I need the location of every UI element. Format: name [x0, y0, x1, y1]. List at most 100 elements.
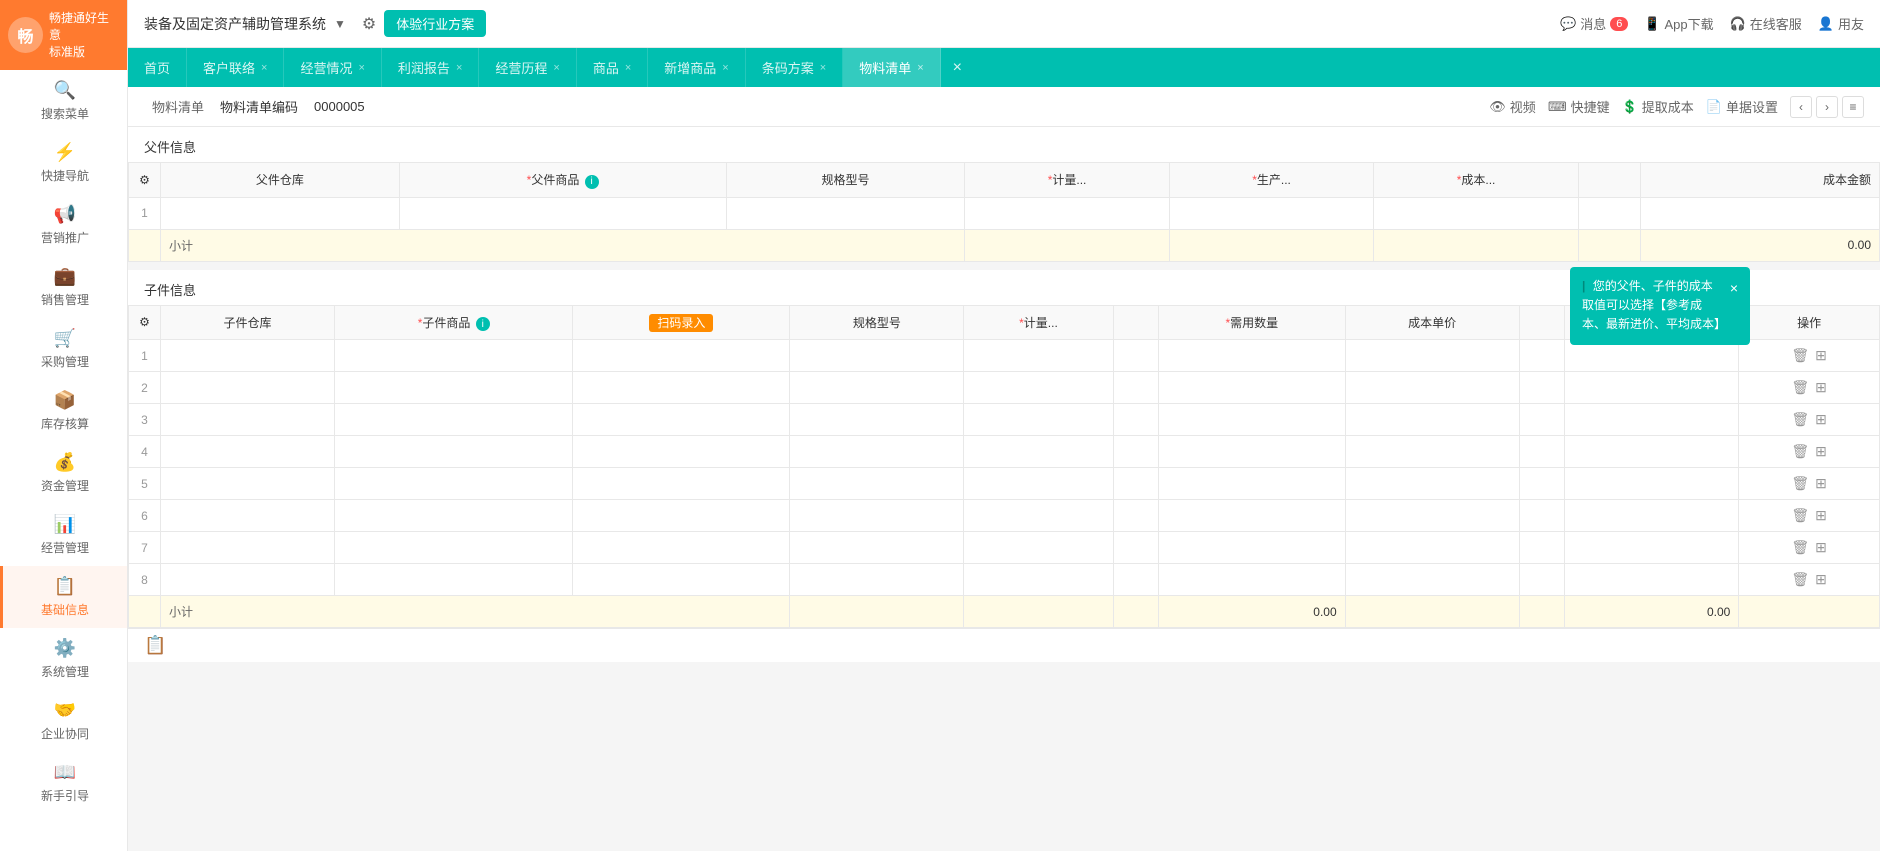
parent-col-settings[interactable]: ⚙	[129, 163, 161, 198]
tab-profit[interactable]: 利润报告 ×	[382, 48, 479, 87]
copy-icon-3[interactable]: ⊞	[1815, 411, 1827, 428]
child-row-2-product[interactable]	[335, 372, 573, 404]
child-row-4-warehouse[interactable]	[161, 436, 335, 468]
tab-product[interactable]: 商品 ×	[577, 48, 648, 87]
sidebar-item-sales[interactable]: 💼 销售管理	[0, 256, 127, 318]
tab-profit-close[interactable]: ×	[456, 62, 462, 74]
child-row-8-amount[interactable]	[1565, 564, 1739, 596]
child-row-7-warehouse[interactable]	[161, 532, 335, 564]
child-row-3-product[interactable]	[335, 404, 573, 436]
sidebar-item-marketing[interactable]: 📢 营销推广	[0, 194, 127, 256]
delete-icon-6[interactable]: 🗑	[1791, 507, 1809, 524]
child-row-2-warehouse[interactable]	[161, 372, 335, 404]
shortcut-action[interactable]: ⌨ 快捷键	[1548, 97, 1610, 116]
sidebar-item-purchase[interactable]: 🛒 采购管理	[0, 318, 127, 380]
child-row-4-product[interactable]	[335, 436, 573, 468]
child-row-6-amount[interactable]	[1565, 500, 1739, 532]
child-row-5-warehouse[interactable]	[161, 468, 335, 500]
child-row-4-amount[interactable]	[1565, 436, 1739, 468]
parent-cell-qty[interactable]	[965, 197, 1169, 229]
child-row-7-qty[interactable]	[964, 532, 1113, 564]
parent-cell-spec[interactable]	[726, 197, 965, 229]
close-all-tabs[interactable]: ×	[941, 49, 974, 87]
trial-button[interactable]: 体验行业方案	[384, 10, 486, 37]
app-download-item[interactable]: 📱 App下载	[1644, 14, 1713, 33]
parent-product-info-icon[interactable]: i	[585, 175, 599, 189]
child-row-2-need-qty[interactable]	[1159, 372, 1346, 404]
tab-new-product[interactable]: 新增商品 ×	[648, 48, 745, 87]
child-row-6-product[interactable]	[335, 500, 573, 532]
child-product-info-icon[interactable]: i	[476, 317, 490, 331]
child-row-6-warehouse[interactable]	[161, 500, 335, 532]
sidebar-item-basic[interactable]: 📋 基础信息	[0, 566, 127, 628]
child-row-5-need-qty[interactable]	[1159, 468, 1346, 500]
sidebar-logo[interactable]: 畅 畅捷通好生意 标准版	[0, 0, 127, 70]
child-row-8-spec[interactable]	[790, 564, 964, 596]
child-row-2-qty[interactable]	[964, 372, 1113, 404]
delete-icon-7[interactable]: 🗑	[1791, 539, 1809, 556]
child-row-6-need-qty[interactable]	[1159, 500, 1346, 532]
copy-icon-2[interactable]: ⊞	[1815, 379, 1827, 396]
tab-history[interactable]: 经营历程 ×	[479, 48, 576, 87]
sidebar-item-inventory[interactable]: 📦 库存核算	[0, 380, 127, 442]
extract-cost-action[interactable]: 💲 提取成本	[1622, 97, 1694, 116]
tooltip-close-button[interactable]: ×	[1730, 277, 1738, 299]
nav-prev[interactable]: ‹	[1790, 96, 1812, 118]
child-row-6-spec[interactable]	[790, 500, 964, 532]
child-row-5-qty[interactable]	[964, 468, 1113, 500]
copy-icon-7[interactable]: ⊞	[1815, 539, 1827, 556]
child-row-7-product[interactable]	[335, 532, 573, 564]
delete-icon-1[interactable]: 🗑	[1791, 347, 1809, 364]
sidebar-item-collab[interactable]: 🤝 企业协同	[0, 690, 127, 752]
message-item[interactable]: 💬 消息 6	[1560, 14, 1628, 33]
child-row-7-spec[interactable]	[790, 532, 964, 564]
child-row-1-cost-price[interactable]	[1345, 340, 1519, 372]
sidebar-item-search[interactable]: 🔍 搜索菜单	[0, 70, 127, 132]
child-row-7-need-qty[interactable]	[1159, 532, 1346, 564]
child-row-5-product[interactable]	[335, 468, 573, 500]
child-row-5-amount[interactable]	[1565, 468, 1739, 500]
nav-menu[interactable]: ≡	[1842, 96, 1864, 118]
scan-button[interactable]: 扫码录入	[649, 314, 713, 332]
delete-icon-5[interactable]: 🗑	[1791, 475, 1809, 492]
child-row-5-cost-price[interactable]	[1345, 468, 1519, 500]
tab-product-close[interactable]: ×	[625, 62, 631, 74]
child-row-3-need-qty[interactable]	[1159, 404, 1346, 436]
child-row-8-cost-price[interactable]	[1345, 564, 1519, 596]
tab-operation[interactable]: 经营情况 ×	[284, 48, 381, 87]
nav-next[interactable]: ›	[1816, 96, 1838, 118]
child-row-8-need-qty[interactable]	[1159, 564, 1346, 596]
tab-new-product-close[interactable]: ×	[722, 62, 728, 74]
parent-cell-produce[interactable]	[1169, 197, 1373, 229]
copy-icon-6[interactable]: ⊞	[1815, 507, 1827, 524]
copy-icon-8[interactable]: ⊞	[1815, 571, 1827, 588]
child-row-2-spec[interactable]	[790, 372, 964, 404]
settings-icon[interactable]: ⚙	[362, 14, 376, 34]
copy-icon-4[interactable]: ⊞	[1815, 443, 1827, 460]
child-row-3-cost-price[interactable]	[1345, 404, 1519, 436]
child-row-1-spec[interactable]	[790, 340, 964, 372]
delete-icon-2[interactable]: 🗑	[1791, 379, 1809, 396]
child-row-3-warehouse[interactable]	[161, 404, 335, 436]
sidebar-item-system[interactable]: ⚙️ 系统管理	[0, 628, 127, 690]
copy-icon-5[interactable]: ⊞	[1815, 475, 1827, 492]
child-row-7-cost-price[interactable]	[1345, 532, 1519, 564]
breadcrumb-bom-list[interactable]: 物料清单	[144, 95, 212, 118]
tab-barcode-close[interactable]: ×	[820, 62, 826, 74]
parent-cell-amount[interactable]	[1641, 197, 1880, 229]
child-row-8-warehouse[interactable]	[161, 564, 335, 596]
tab-bom-close[interactable]: ×	[917, 62, 923, 74]
user-item[interactable]: 👤 用友	[1818, 14, 1864, 33]
child-row-1-qty[interactable]	[964, 340, 1113, 372]
sidebar-item-ops[interactable]: 📊 经营管理	[0, 504, 127, 566]
child-row-6-qty[interactable]	[964, 500, 1113, 532]
delete-icon-3[interactable]: 🗑	[1791, 411, 1809, 428]
tab-bom[interactable]: 物料清单 ×	[843, 48, 940, 87]
tab-operation-close[interactable]: ×	[358, 62, 364, 74]
child-row-2-amount[interactable]	[1565, 372, 1739, 404]
child-col-scan[interactable]: 扫码录入	[573, 305, 790, 340]
sidebar-item-finance[interactable]: 💰 资金管理	[0, 442, 127, 504]
child-row-4-need-qty[interactable]	[1159, 436, 1346, 468]
online-service-item[interactable]: 🎧 在线客服	[1730, 14, 1802, 33]
copy-icon-1[interactable]: ⊞	[1815, 347, 1827, 364]
